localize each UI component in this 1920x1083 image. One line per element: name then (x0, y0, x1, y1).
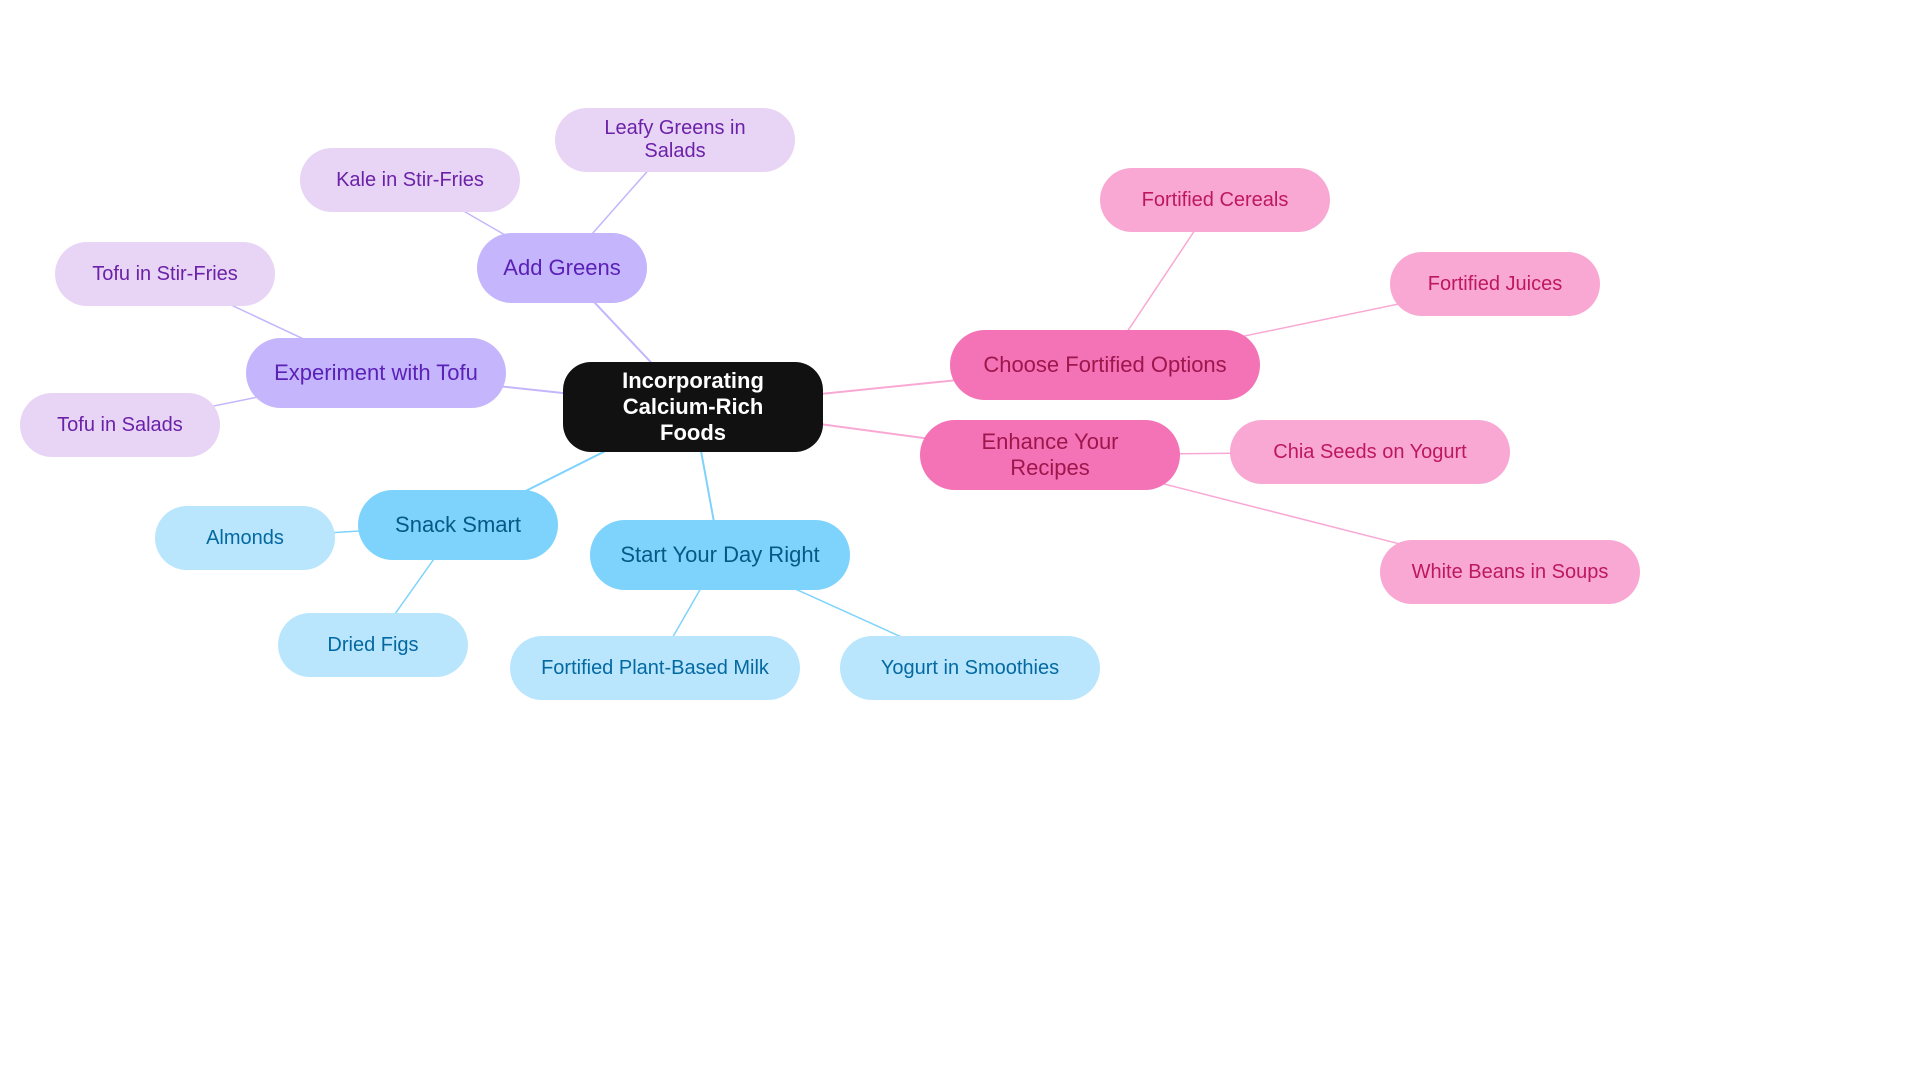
node-label: Chia Seeds on Yogurt (1273, 441, 1467, 464)
node-label: Fortified Plant-Based Milk (541, 657, 769, 680)
node-fortified-milk[interactable]: Fortified Plant-Based Milk (510, 636, 800, 700)
node-leafy-greens[interactable]: Leafy Greens in Salads (555, 108, 795, 172)
center-label: Incorporating Calcium-Rich Foods (587, 368, 799, 446)
node-label: Dried Figs (327, 634, 418, 657)
node-fortified-juices[interactable]: Fortified Juices (1390, 252, 1600, 316)
node-experiment-tofu[interactable]: Experiment with Tofu (246, 338, 506, 408)
node-label: Kale in Stir-Fries (336, 169, 484, 192)
node-snack-smart[interactable]: Snack Smart (358, 490, 558, 560)
node-white-beans[interactable]: White Beans in Soups (1380, 540, 1640, 604)
node-chia-seeds[interactable]: Chia Seeds on Yogurt (1230, 420, 1510, 484)
node-label: Experiment with Tofu (274, 360, 478, 386)
node-label: Add Greens (503, 255, 620, 281)
node-label: Snack Smart (395, 512, 521, 538)
node-start-day[interactable]: Start Your Day Right (590, 520, 850, 590)
node-almonds[interactable]: Almonds (155, 506, 335, 570)
node-label: White Beans in Soups (1412, 561, 1609, 584)
node-label: Start Your Day Right (620, 542, 819, 568)
node-label: Fortified Juices (1428, 273, 1563, 296)
node-tofu-stir[interactable]: Tofu in Stir-Fries (55, 242, 275, 306)
node-yogurt-smoothies[interactable]: Yogurt in Smoothies (840, 636, 1100, 700)
node-enhance-recipes[interactable]: Enhance Your Recipes (920, 420, 1180, 490)
node-tofu-salads[interactable]: Tofu in Salads (20, 393, 220, 457)
node-label: Choose Fortified Options (983, 352, 1226, 378)
node-kale-stir[interactable]: Kale in Stir-Fries (300, 148, 520, 212)
node-label: Almonds (206, 527, 284, 550)
node-label: Tofu in Stir-Fries (92, 263, 238, 286)
node-label: Enhance Your Recipes (944, 429, 1156, 481)
node-label: Tofu in Salads (57, 414, 183, 437)
node-fortified-cereals[interactable]: Fortified Cereals (1100, 168, 1330, 232)
node-label: Leafy Greens in Salads (579, 117, 771, 163)
center-node[interactable]: Incorporating Calcium-Rich Foods (563, 362, 823, 452)
node-choose-fortified[interactable]: Choose Fortified Options (950, 330, 1260, 400)
node-label: Yogurt in Smoothies (881, 657, 1059, 680)
node-add-greens[interactable]: Add Greens (477, 233, 647, 303)
node-label: Fortified Cereals (1142, 189, 1289, 212)
node-dried-figs[interactable]: Dried Figs (278, 613, 468, 677)
